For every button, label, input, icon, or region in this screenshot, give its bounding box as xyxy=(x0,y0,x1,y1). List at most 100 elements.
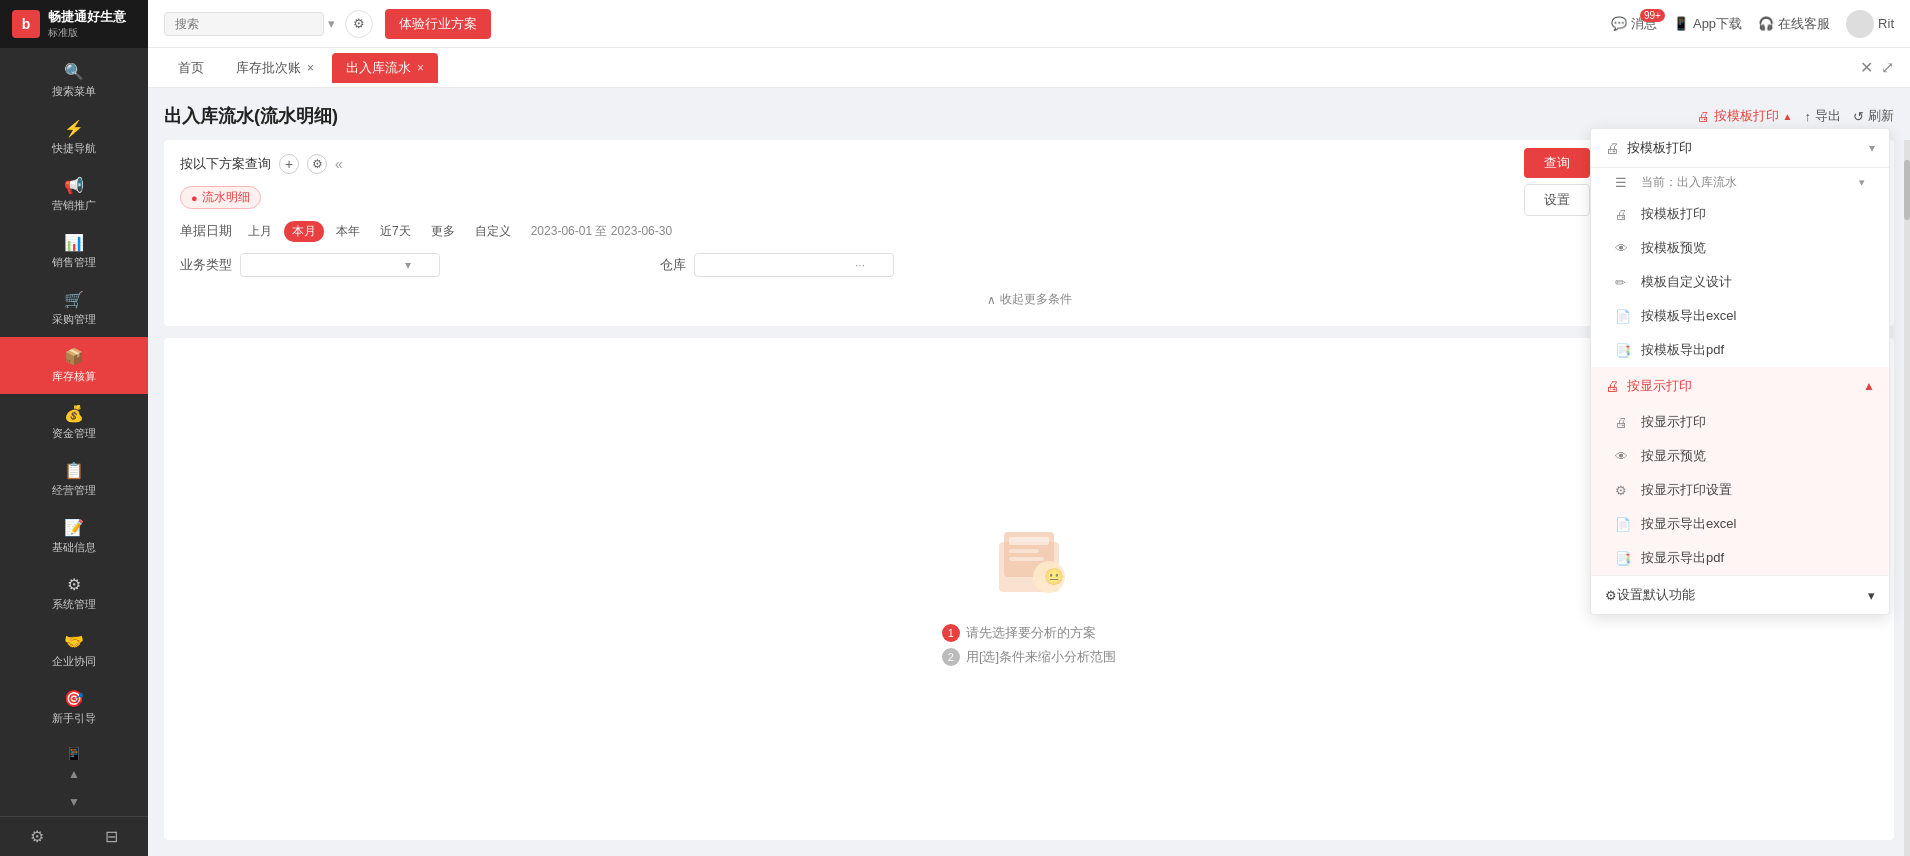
warehouse-field: 仓库 ··· xyxy=(660,253,894,277)
message-icon: 💬 xyxy=(1611,16,1627,31)
tip-num-2: 2 xyxy=(942,648,960,666)
refresh-button[interactable]: ↺ 刷新 xyxy=(1853,107,1894,125)
app-download-button[interactable]: 📱 App下载 xyxy=(1673,15,1742,33)
sales-icon: 📊 xyxy=(64,233,84,252)
filter-title: 按以下方案查询 xyxy=(180,155,271,173)
display-export-pdf-item[interactable]: 📑 按显示导出pdf xyxy=(1591,541,1889,575)
sidebar-item-marketing[interactable]: 📢营销推广 xyxy=(0,166,148,223)
date-tab-7days[interactable]: 近7天 xyxy=(372,221,419,242)
print-template-button[interactable]: 🖨 按模板打印 ▲ xyxy=(1697,107,1793,125)
template-print-icon: 🖨 xyxy=(1615,207,1631,222)
tab-flow[interactable]: 出入库流水 × xyxy=(332,53,438,83)
filter-collapse-icon[interactable]: « xyxy=(335,156,343,172)
trial-button[interactable]: 体验行业方案 xyxy=(385,9,491,39)
sidebar-item-quicknav[interactable]: ⚡快捷导航 xyxy=(0,109,148,166)
display-section-arrow: ▲ xyxy=(1863,379,1875,393)
settings-bottom-icon[interactable]: ⚙ xyxy=(30,827,44,846)
tab-batch-close[interactable]: × xyxy=(307,61,314,75)
business-type-arrow-icon: ▾ xyxy=(405,258,411,272)
sidebar-scroll-up[interactable]: ▲ xyxy=(64,764,84,784)
maximize-page-icon[interactable]: ⤢ xyxy=(1881,58,1894,77)
user-avatar[interactable]: Rit xyxy=(1846,10,1894,38)
inventory-icon: 📦 xyxy=(64,347,84,366)
top-header: ▾ ⚙ 体验行业方案 💬 消息 99+ 📱 App下载 🎧 在线客服 Rit xyxy=(148,0,1910,48)
display-preview-item[interactable]: 👁 按显示预览 xyxy=(1591,439,1889,473)
sidebar-item-sales[interactable]: 📊销售管理 xyxy=(0,223,148,280)
online-service-button[interactable]: 🎧 在线客服 xyxy=(1758,15,1830,33)
tab-flow-close[interactable]: × xyxy=(417,61,424,75)
display-print-section-header[interactable]: 🖨 按显示打印 ▲ xyxy=(1591,367,1889,405)
sidebar-item-finance[interactable]: 💰资金管理 xyxy=(0,394,148,451)
printer-icon: 🖨 xyxy=(1697,109,1710,124)
sidebar-item-purchase[interactable]: 🛒采购管理 xyxy=(0,280,148,337)
header-actions: 💬 消息 99+ 📱 App下载 🎧 在线客服 Rit xyxy=(1611,10,1894,38)
template-print-section-header[interactable]: 🖨 按模板打印 ▾ xyxy=(1591,129,1889,168)
business-type-select[interactable]: ▾ xyxy=(240,253,440,277)
display-excel-icon: 📄 xyxy=(1615,517,1631,532)
warehouse-select[interactable]: ··· xyxy=(694,253,894,277)
sidebar-scroll-down[interactable]: ▼ xyxy=(64,792,84,812)
query-button[interactable]: 查询 xyxy=(1524,148,1590,178)
close-page-icon[interactable]: ✕ xyxy=(1860,58,1873,77)
date-tab-custom[interactable]: 自定义 xyxy=(467,221,519,242)
right-scrollbar[interactable] xyxy=(1904,140,1910,856)
tab-batch[interactable]: 库存批次账 × xyxy=(222,53,328,83)
set-default-arrow: ▾ xyxy=(1868,588,1875,603)
display-print-section: 🖨 按显示打印 ▲ 🖨 按显示打印 👁 按显示预览 ⚙ 按显示打印设置 📄 按显… xyxy=(1591,367,1889,575)
message-button[interactable]: 💬 消息 99+ xyxy=(1611,15,1657,33)
date-tab-last-month[interactable]: 上月 xyxy=(240,221,280,242)
date-range-display: 2023-06-01 至 2023-06-30 xyxy=(531,223,672,240)
business-icon: 📋 xyxy=(64,461,84,480)
sidebar-item-system[interactable]: ⚙系统管理 xyxy=(0,565,148,622)
sidebar-item-search[interactable]: 🔍搜索菜单 xyxy=(0,52,148,109)
svg-rect-2 xyxy=(1009,537,1049,545)
svg-rect-4 xyxy=(1009,557,1044,561)
sidebar-item-business[interactable]: 📋经营管理 xyxy=(0,451,148,508)
tab-home[interactable]: 首页 xyxy=(164,53,218,83)
scrollbar-thumb[interactable] xyxy=(1904,160,1910,220)
sidebar-item-inventory[interactable]: 📦库存核算 xyxy=(0,337,148,394)
page-title-bar: 出入库流水(流水明细) 🖨 按模板打印 ▲ ↑ 导出 ↺ 刷新 xyxy=(164,104,1894,128)
dropdown-footer[interactable]: ⚙ 设置默认功能 ▾ xyxy=(1591,575,1889,614)
sidebar-item-guide[interactable]: 🎯新手引导 xyxy=(0,679,148,736)
template-preview-icon: 👁 xyxy=(1615,241,1631,256)
search-input[interactable] xyxy=(175,17,295,31)
guide-icon: 🎯 xyxy=(64,689,84,708)
sidebar-item-collab[interactable]: 🤝企业协同 xyxy=(0,622,148,679)
system-icon: ⚙ xyxy=(67,575,81,594)
template-export-excel-item[interactable]: 📄 按模板导出excel xyxy=(1591,299,1889,333)
collapse-sidebar-icon[interactable]: ⊟ xyxy=(105,827,118,846)
date-tab-this-year[interactable]: 本年 xyxy=(328,221,368,242)
template-print-header-icon: 🖨 xyxy=(1605,140,1619,156)
search-icon: 🔍 xyxy=(64,62,84,81)
export-button[interactable]: ↑ 导出 xyxy=(1805,107,1842,125)
template-print-item[interactable]: 🖨 按模板打印 xyxy=(1591,197,1889,231)
template-custom-item[interactable]: ✏ 模板自定义设计 xyxy=(1591,265,1889,299)
display-print-settings-item[interactable]: ⚙ 按显示打印设置 xyxy=(1591,473,1889,507)
filter-settings-button[interactable]: ⚙ xyxy=(307,154,327,174)
sidebar-item-basic[interactable]: 📝基础信息 xyxy=(0,508,148,565)
tip-num-1: 1 xyxy=(942,624,960,642)
set-default-icon: ⚙ xyxy=(1605,588,1617,603)
display-export-excel-item[interactable]: 📄 按显示导出excel xyxy=(1591,507,1889,541)
sidebar: b 畅捷通好生意 标准版 🔍搜索菜单⚡快捷导航📢营销推广📊销售管理🛒采购管理📦库… xyxy=(0,0,148,856)
template-export-pdf-item[interactable]: 📑 按模板导出pdf xyxy=(1591,333,1889,367)
active-filter-tag[interactable]: ● 流水明细 xyxy=(180,186,261,209)
sidebar-item-appcenter[interactable]: 📱应用中心 xyxy=(0,736,148,760)
svg-rect-3 xyxy=(1009,549,1039,553)
display-print-item[interactable]: 🖨 按显示打印 xyxy=(1591,405,1889,439)
message-badge: 99+ xyxy=(1640,9,1665,22)
template-preview-item[interactable]: 👁 按模板预览 xyxy=(1591,231,1889,265)
date-tab-more[interactable]: 更多 xyxy=(423,221,463,242)
business-type-field: 业务类型 ▾ xyxy=(180,253,440,277)
search-dropdown-icon[interactable]: ▾ xyxy=(328,16,335,31)
date-field: 单据日期 上月 本月 本年 近7天 更多 自定义 2023-06-01 至 20… xyxy=(180,221,672,242)
page-actions: 🖨 按模板打印 ▲ ↑ 导出 ↺ 刷新 xyxy=(1697,107,1894,125)
appcenter-icon: 📱 xyxy=(64,746,84,760)
header-settings-icon[interactable]: ⚙ xyxy=(345,10,373,38)
warehouse-label: 仓库 xyxy=(660,256,686,274)
settings-button[interactable]: 设置 xyxy=(1524,184,1590,216)
phone-icon: 📱 xyxy=(1673,16,1689,31)
filter-add-button[interactable]: + xyxy=(279,154,299,174)
date-tab-this-month[interactable]: 本月 xyxy=(284,221,324,242)
